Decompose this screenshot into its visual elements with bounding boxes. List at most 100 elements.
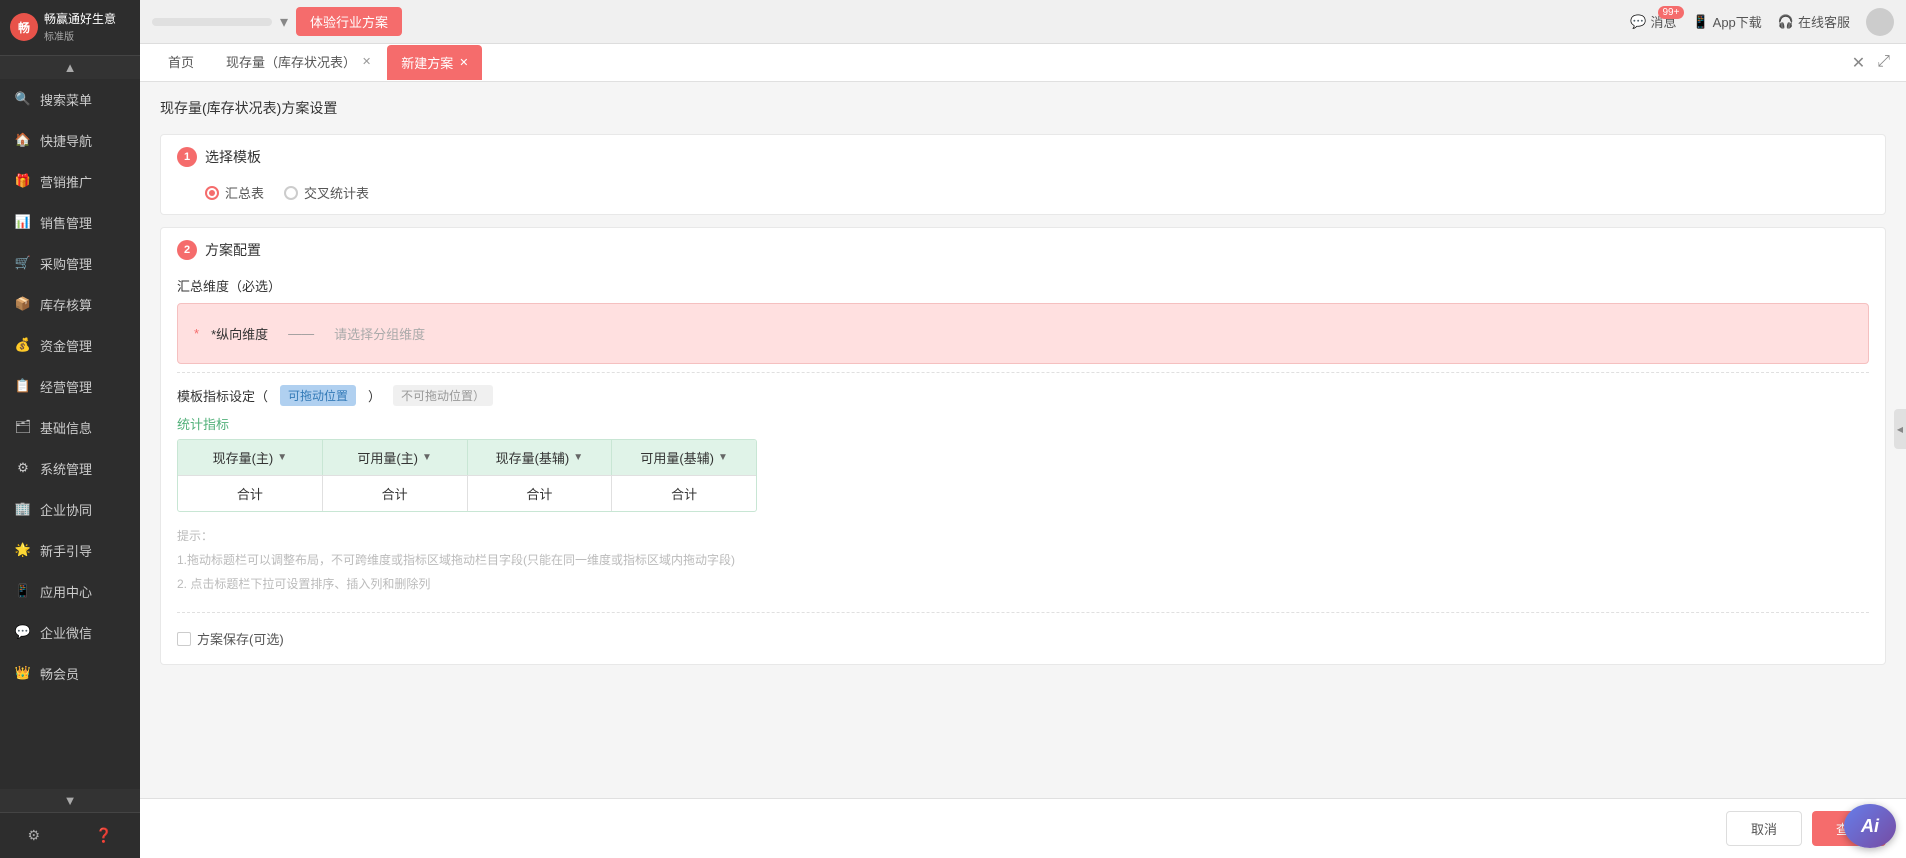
tabs-collapse-btn[interactable]: ✕ [1848, 51, 1869, 75]
sidebar-item-operations[interactable]: 📋 经营管理 [0, 366, 140, 407]
stats-body-3: 合计 [612, 475, 756, 511]
step2-title: 方案配置 [205, 240, 261, 260]
required-star: * [194, 326, 199, 341]
radio-summary-circle[interactable] [205, 186, 219, 200]
sidebar-item-apps[interactable]: 📱 应用中心 [0, 571, 140, 612]
app-version: 标准版 [44, 28, 116, 43]
sidebar-item-label: 快捷导航 [40, 131, 92, 150]
col-3-chevron-icon: ▼ [718, 452, 728, 463]
sidebar-settings-btn[interactable]: ⚙ [22, 821, 47, 850]
user-avatar[interactable] [1866, 8, 1894, 36]
sidebar-item-search[interactable]: 🔍 搜索菜单 [0, 79, 140, 120]
sidebar-item-wechat[interactable]: 💬 企业微信 [0, 612, 140, 653]
sidebar-item-nav[interactable]: 🏠 快捷导航 [0, 120, 140, 161]
tab-new-scheme-close-icon[interactable]: ✕ [459, 56, 468, 69]
sidebar-item-enterprise[interactable]: 🏢 企业协同 [0, 489, 140, 530]
topbar-gear-icon[interactable]: ▾ [280, 12, 288, 32]
sidebar-item-label: 企业协同 [40, 500, 92, 519]
sidebar-item-inventory[interactable]: 📦 库存核算 [0, 284, 140, 325]
message-button[interactable]: 💬 消息 99+ [1630, 12, 1676, 31]
crown-icon: 👑 [14, 664, 32, 682]
sidebar-item-guide[interactable]: 🌟 新手引导 [0, 530, 140, 571]
stats-thead: 现存量(主) ▼ 可用量(主) ▼ 现存量(基辅) ▼ [178, 440, 756, 475]
sidebar-item-member[interactable]: 👑 畅会员 [0, 653, 140, 694]
sidebar-help-btn[interactable]: ❓ [89, 821, 118, 850]
sidebar-item-label: 企业微信 [40, 623, 92, 642]
col-2-chevron-icon: ▼ [573, 452, 583, 463]
clipboard-icon: 📋 [14, 377, 32, 395]
tab-inventory-status[interactable]: 现存量（库存状况表） ✕ [210, 44, 387, 81]
stats-col-0[interactable]: 现存量(主) ▼ [178, 440, 323, 475]
sidebar-scroll-down[interactable]: ▼ [0, 789, 140, 812]
sidebar-item-sales[interactable]: 📊 销售管理 [0, 202, 140, 243]
stats-col-2[interactable]: 现存量(基辅) ▼ [468, 440, 613, 475]
tab-home[interactable]: 首页 [152, 44, 210, 81]
step1-badge: 1 [177, 147, 197, 167]
app-download-link[interactable]: 📱 App下载 [1692, 12, 1761, 31]
stats-header: 统计指标 [177, 414, 1869, 433]
folder-icon: 🗂 [14, 418, 32, 436]
stats-col-1[interactable]: 可用量(主) ▼ [323, 440, 468, 475]
dim-placeholder[interactable]: 请选择分组维度 [334, 324, 425, 343]
indicators-section: 模板指标设定（ 可拖动位置 ） 不可拖动位置） 统计指标 现存量(主) ▼ [177, 385, 1869, 596]
ai-badge[interactable]: Ai [1844, 804, 1896, 848]
tabs-expand-btn[interactable]: ⤢ [1873, 51, 1894, 75]
home-icon: 🏠 [14, 131, 32, 149]
radio-summary[interactable]: 汇总表 [205, 183, 264, 202]
cancel-button[interactable]: 取消 [1726, 811, 1802, 846]
step2-content: 汇总维度（必选） * *纵向维度 —— 请选择分组维度 模板指标设定（ 可拖动位… [161, 272, 1885, 664]
stats-col-0-label: 现存量(主) [213, 448, 274, 467]
sidebar-item-label: 采购管理 [40, 254, 92, 273]
online-service-link[interactable]: 🎧 在线客服 [1778, 12, 1850, 31]
sidebar-item-purchase[interactable]: 🛒 采购管理 [0, 243, 140, 284]
tabs-right-controls: ✕ ⤢ [1848, 51, 1894, 75]
radio-cross-label: 交叉统计表 [304, 183, 369, 202]
topbar: ▾ 体验行业方案 💬 消息 99+ 📱 App下载 🎧 在线客服 [140, 0, 1906, 44]
stats-col-3[interactable]: 可用量(基辅) ▼ [612, 440, 756, 475]
radio-cross-circle[interactable] [284, 186, 298, 200]
tab-inventory-close-icon[interactable]: ✕ [362, 55, 371, 68]
sidebar-item-label: 应用中心 [40, 582, 92, 601]
sidebar-item-marketing[interactable]: 🎁 营销推广 [0, 161, 140, 202]
sidebar-item-base[interactable]: 🗂 基础信息 [0, 407, 140, 448]
page-footer: 取消 查询 [140, 798, 1906, 858]
tips-title: 提示： [177, 529, 213, 543]
stats-col-1-label: 可用量(主) [357, 448, 418, 467]
app-download-label: App下载 [1713, 12, 1762, 31]
search-box[interactable] [152, 18, 272, 26]
col-0-chevron-icon: ▼ [277, 452, 287, 463]
tab-new-scheme[interactable]: 新建方案 ✕ [387, 45, 482, 80]
non-draggable-badge: 不可拖动位置） [393, 385, 493, 406]
save-checkbox[interactable] [177, 632, 191, 646]
sidebar-item-finance[interactable]: 💰 资金管理 [0, 325, 140, 366]
right-collapse-handle[interactable]: ◀ [1894, 409, 1906, 449]
page-content: 现存量(库存状况表)方案设置 1 选择模板 汇总表 交叉统计表 2 [140, 82, 1906, 798]
sidebar-logo: 畅 畅赢通好生意 标准版 [0, 0, 140, 56]
main-area: ▾ 体验行业方案 💬 消息 99+ 📱 App下载 🎧 在线客服 首页 现存量（… [140, 0, 1906, 858]
online-service-label: 在线客服 [1798, 12, 1850, 31]
page-title: 现存量(库存状况表)方案设置 [160, 98, 1886, 118]
tip-1: 1.拖动标题栏可以调整布局，不可跨维度或指标区域拖动栏目字段(只能在同一维度或指… [177, 548, 1869, 572]
tab-inventory-label: 现存量（库存状况表） [226, 52, 356, 71]
phone-icon: 📱 [1692, 14, 1708, 30]
money-icon: 💰 [14, 336, 32, 354]
sidebar-item-system[interactable]: ⚙ 系统管理 [0, 448, 140, 489]
step1-card: 1 选择模板 汇总表 交叉统计表 [160, 134, 1886, 215]
step2-header: 2 方案配置 [161, 228, 1885, 272]
dimension-required-area: * *纵向维度 —— 请选择分组维度 [177, 303, 1869, 364]
trial-button[interactable]: 体验行业方案 [296, 7, 402, 36]
stats-section: 统计指标 现存量(主) ▼ 可用量(主) ▼ [177, 414, 1869, 512]
tab-home-label: 首页 [168, 52, 194, 71]
sidebar-item-label: 库存核算 [40, 295, 92, 314]
stats-col-3-label: 可用量(基辅) [640, 448, 714, 467]
headset-icon: 🎧 [1778, 14, 1794, 30]
radio-cross[interactable]: 交叉统计表 [284, 183, 369, 202]
sidebar-menu: 🔍 搜索菜单 🏠 快捷导航 🎁 营销推广 📊 销售管理 🛒 采购管理 📦 库存核… [0, 79, 140, 789]
vertical-dim-label: *纵向维度 [211, 324, 268, 343]
apps-icon: 📱 [14, 582, 32, 600]
sidebar-item-label: 系统管理 [40, 459, 92, 478]
stats-tbody: 合计 合计 合计 合计 [178, 475, 756, 511]
save-option-label: 方案保存(可选) [197, 629, 284, 648]
sidebar-scroll-up[interactable]: ▲ [0, 56, 140, 79]
stats-table: 现存量(主) ▼ 可用量(主) ▼ 现存量(基辅) ▼ [177, 439, 757, 512]
